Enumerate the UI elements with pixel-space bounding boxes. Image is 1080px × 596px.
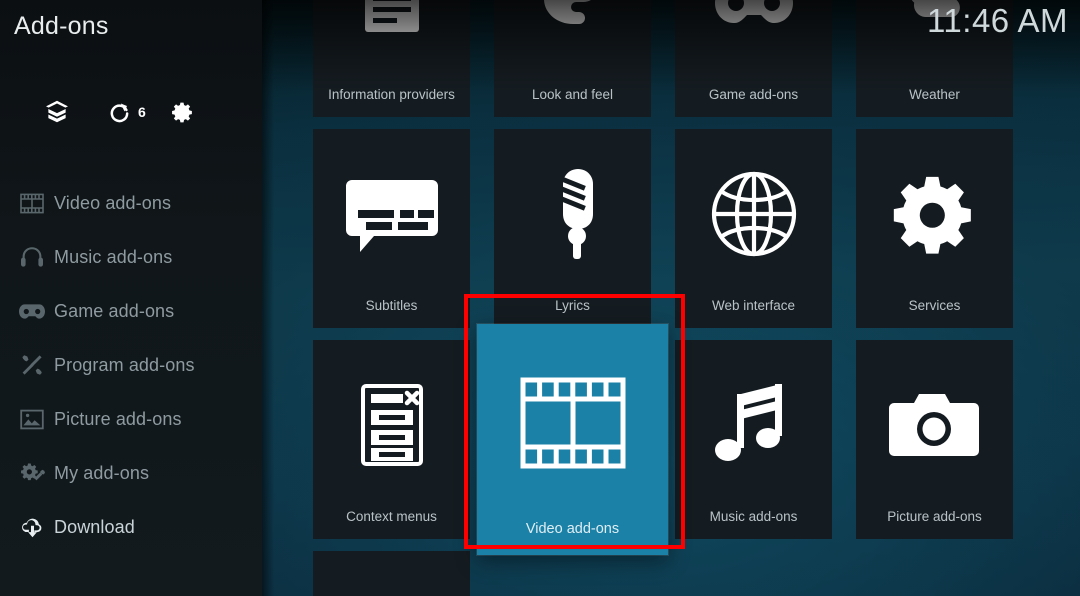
sidebar-item-label: Picture add-ons: [54, 408, 182, 429]
tile-music-add-ons[interactable]: Music add-ons: [675, 340, 832, 539]
sidebar-item-video-add-ons[interactable]: Video add-ons: [0, 176, 262, 230]
sidebar-item-label: My add-ons: [54, 462, 150, 483]
tile-label: Lyrics: [555, 298, 590, 313]
settings-gear-icon[interactable]: [152, 92, 214, 132]
tile-label: Weather: [909, 87, 960, 102]
globe-icon: [675, 129, 832, 298]
gamepad-icon: [675, 0, 832, 87]
sidebar-item-label: Game add-ons: [54, 300, 175, 321]
film-strip-icon: [10, 188, 54, 218]
tile-subtitles[interactable]: Subtitles: [313, 129, 470, 328]
sidebar-item-label: Video add-ons: [54, 192, 172, 213]
microphone-icon: [494, 129, 651, 298]
gamepad-icon: [10, 296, 54, 326]
tile-game-add-ons[interactable]: Game add-ons: [675, 0, 832, 117]
grid-row: Subtitles Lyrics Web interface Services: [313, 129, 1080, 340]
tile-label: Look and feel: [531, 87, 614, 102]
info-provider-icon: [313, 0, 470, 87]
tile-information-providers[interactable]: Information providers: [313, 0, 470, 117]
tools-icon: [10, 350, 54, 380]
kodi-addons-screen: Add-ons 6 Video add-ons Music add-ons Ga…: [0, 0, 1080, 596]
tile-label: Music add-ons: [709, 509, 798, 524]
music-note-icon: [675, 340, 832, 509]
sidebar-item-picture-add-ons[interactable]: Picture add-ons: [0, 392, 262, 446]
speech-bubble-icon: [313, 129, 470, 298]
cloud-download-icon: [10, 512, 54, 542]
sidebar: Add-ons 6 Video add-ons Music add-ons Ga…: [0, 0, 274, 596]
tile-label: Game add-ons: [708, 87, 799, 102]
sidebar-item-download[interactable]: Download: [0, 500, 262, 554]
sidebar-item-music-add-ons[interactable]: Music add-ons: [0, 230, 262, 284]
papers-icon: [313, 551, 470, 596]
gear-icon: [856, 129, 1013, 298]
install-from-zip-icon[interactable]: [26, 92, 88, 132]
tile-label: Picture add-ons: [887, 509, 982, 524]
tile-label: Video add-ons: [525, 521, 620, 537]
photo-frame-icon: [10, 404, 54, 434]
tile-services[interactable]: Services: [856, 129, 1013, 328]
tile-web-interface[interactable]: Web interface: [675, 129, 832, 328]
sidebar-item-game-add-ons[interactable]: Game add-ons: [0, 284, 262, 338]
tile-label: Services: [908, 298, 961, 313]
look-and-feel-icon: [494, 0, 651, 87]
addon-category-grid: Information providers Look and feel Game…: [313, 0, 1080, 596]
gear-wrench-icon: [10, 458, 54, 488]
tile-partial-bottom[interactable]: [313, 551, 470, 596]
grid-row: [313, 551, 1080, 596]
updates-count-badge: 6: [138, 104, 146, 120]
sidebar-item-program-add-ons[interactable]: Program add-ons: [0, 338, 262, 392]
tile-lyrics[interactable]: Lyrics: [494, 129, 651, 328]
camera-icon: [856, 340, 1013, 509]
tile-context-menus[interactable]: Context menus: [313, 340, 470, 539]
film-strip-icon: [477, 324, 668, 521]
sidebar-item-label: Download: [54, 516, 135, 537]
sidebar-item-label: Music add-ons: [54, 246, 173, 267]
headphones-icon: [10, 242, 54, 272]
grid-row: Context menus Video add-ons Music add-on…: [313, 324, 1080, 555]
context-menu-icon: [313, 340, 470, 509]
page-title: Add-ons: [14, 12, 109, 40]
sidebar-nav: Video add-ons Music add-ons Game add-ons…: [0, 176, 262, 554]
sidebar-item-my-add-ons[interactable]: My add-ons: [0, 446, 262, 500]
tile-label: Context menus: [346, 509, 437, 524]
sidebar-item-label: Program add-ons: [54, 354, 195, 375]
clock: 11:46 AM: [927, 2, 1068, 39]
tile-look-and-feel[interactable]: Look and feel: [494, 0, 651, 117]
sidebar-toolbar: 6: [26, 92, 214, 132]
tile-label: Subtitles: [365, 298, 418, 313]
tile-picture-add-ons[interactable]: Picture add-ons: [856, 340, 1013, 539]
tile-label: Information providers: [328, 87, 455, 102]
tile-label: Web interface: [711, 298, 796, 313]
tile-video-add-ons[interactable]: Video add-ons: [477, 324, 668, 555]
